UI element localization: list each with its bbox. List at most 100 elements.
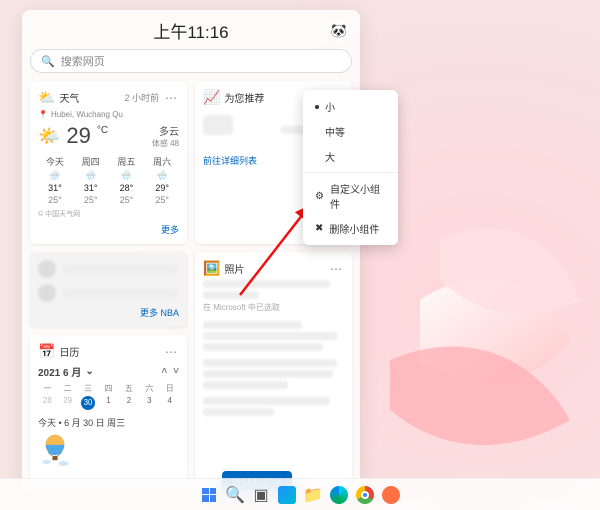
menu-size-small[interactable]: 小 [303, 94, 398, 119]
cal-prev-icon[interactable]: ˄ [161, 366, 167, 377]
search-input[interactable]: 🔍 搜索网页 [30, 49, 352, 73]
weather-more-link[interactable]: 更多 [38, 223, 179, 236]
panel-clock: 上午11:16 [30, 18, 352, 43]
menu-label: 删除小组件 [329, 221, 379, 236]
day0-lo: 25° [48, 195, 62, 205]
balloon-illustration [38, 433, 72, 467]
blurred-content [203, 280, 330, 288]
dow: 二 [58, 383, 76, 394]
menu-label: 大 [325, 149, 335, 164]
dow: 六 [140, 383, 158, 394]
photos-more-icon[interactable]: ⋯ [328, 262, 344, 276]
weather-feelslike: 体感 48 [152, 138, 179, 149]
team-logo [38, 260, 56, 278]
cal-day[interactable]: 4 [161, 396, 179, 410]
blurred-content [62, 265, 179, 273]
team-logo [38, 284, 56, 302]
calendar-widget[interactable]: 📅 日历 ⋯ 2021 6 月 ⌄ ˄ ˅ 一 二 三 四 五 六 日 [30, 335, 187, 482]
day1-hi: 31° [84, 183, 98, 193]
weather-cond: 多云 [152, 123, 179, 138]
day2-lo: 25° [120, 195, 134, 205]
day1-lo: 25° [84, 195, 98, 205]
forecast-row: 今天🌧️31°25° 周四🌧️31°25° 周五🌧️28°25° 周六🌧️29°… [38, 155, 179, 205]
taskbar-search-icon[interactable]: 🔍 [226, 486, 244, 504]
menu-size-large[interactable]: 大 [303, 144, 398, 169]
rain-icon: 🌧️ [49, 170, 60, 181]
dow: 一 [38, 383, 56, 394]
dow: 日 [161, 383, 179, 394]
recommend-title: 为您推荐 [224, 90, 264, 105]
day0-hi: 31° [48, 183, 62, 193]
start-button[interactable] [200, 486, 218, 504]
weather-more-icon[interactable]: ⋯ [163, 91, 179, 105]
unpin-icon: ✖ [315, 223, 323, 234]
cal-day-today[interactable]: 30 [81, 396, 95, 410]
weather-temp: 29 [66, 123, 90, 149]
cal-next-icon[interactable]: ˅ [173, 366, 179, 377]
sports-widget[interactable]: 更多 NBA [30, 252, 187, 327]
day1-label: 周四 [82, 155, 100, 168]
sports-more-link[interactable]: 更多 NBA [38, 306, 179, 319]
weather-unit: °C [97, 125, 108, 136]
day0-label: 今天 [46, 155, 64, 168]
calendar-today-text: 今天 • 6 月 30 日 周三 [38, 416, 179, 429]
blurred-content [203, 370, 333, 378]
menu-label: 中等 [325, 124, 345, 139]
dow: 五 [120, 383, 138, 394]
menu-label: 自定义小组件 [330, 181, 386, 211]
chrome-icon[interactable] [356, 486, 374, 504]
calendar-grid: 一 二 三 四 五 六 日 28 29 30 1 2 3 4 [38, 383, 179, 410]
news-subtext: 在 Microsoft 中已选取 [203, 302, 344, 313]
blurred-content [203, 291, 259, 299]
cal-day[interactable]: 28 [38, 396, 56, 410]
dow: 三 [79, 383, 97, 394]
calendar-title: 日历 [59, 344, 79, 359]
blurred-content [203, 359, 337, 367]
cal-day[interactable]: 1 [99, 396, 117, 410]
calendar-more-icon[interactable]: ⋯ [163, 345, 179, 359]
calendar-icon: 📅 [38, 343, 55, 360]
photos-icon: 🖼️ [203, 260, 220, 277]
user-avatar[interactable]: 🐼 [328, 20, 350, 42]
blurred-content [203, 408, 274, 416]
calendar-month: 2021 6 月 [38, 364, 81, 379]
menu-customize-widget[interactable]: ⚙ 自定义小组件 [303, 176, 398, 216]
chart-icon: 📈 [203, 89, 220, 106]
explorer-icon[interactable]: 📁 [304, 486, 322, 504]
blurred-content [203, 343, 323, 351]
menu-size-medium[interactable]: 中等 [303, 119, 398, 144]
widgets-icon[interactable] [278, 486, 296, 504]
photos-widget[interactable]: 🖼️ 照片 ⋯ 在 Microsoft 中已选取 [195, 252, 352, 482]
cal-day[interactable]: 2 [120, 396, 138, 410]
location-pin-icon: 📍 [38, 110, 48, 119]
weather-icon: ⛅ [38, 89, 55, 106]
weather-widget[interactable]: ⛅ 天气 2 小时前 ⋯ 📍 Hubei, Wuchang Qu 🌤️ 29 °… [30, 81, 187, 244]
task-view-icon[interactable]: ▣ [252, 486, 270, 504]
weather-source: © 中国天气网 [38, 209, 179, 219]
widgets-panel: 上午11:16 🐼 🔍 搜索网页 ⛅ 天气 2 小时前 ⋯ 📍 Hubei, W… [22, 10, 360, 490]
menu-label: 小 [325, 99, 335, 114]
app-icon[interactable] [382, 486, 400, 504]
day3-lo: 25° [155, 195, 169, 205]
blurred-content [203, 321, 302, 329]
search-placeholder: 搜索网页 [61, 53, 105, 69]
blurred-content [203, 381, 288, 389]
rain-icon: 🌧️ [85, 170, 96, 181]
day2-hi: 28° [120, 183, 134, 193]
weather-title: 天气 [59, 90, 79, 105]
gear-icon: ⚙ [315, 191, 324, 202]
chevron-down-icon[interactable]: ⌄ [85, 366, 93, 377]
menu-separator [303, 172, 398, 173]
menu-remove-widget[interactable]: ✖ 删除小组件 [303, 216, 398, 241]
edge-icon[interactable] [330, 486, 348, 504]
day3-label: 周六 [153, 155, 171, 168]
day3-hi: 29° [155, 183, 169, 193]
blurred-content [203, 115, 233, 135]
blurred-content [62, 289, 179, 297]
cal-day[interactable]: 3 [140, 396, 158, 410]
taskbar: 🔍 ▣ 📁 [0, 478, 600, 510]
cal-day[interactable]: 29 [58, 396, 76, 410]
rain-icon: 🌧️ [121, 170, 132, 181]
dow: 四 [99, 383, 117, 394]
rain-icon: 🌧️ [157, 170, 168, 181]
